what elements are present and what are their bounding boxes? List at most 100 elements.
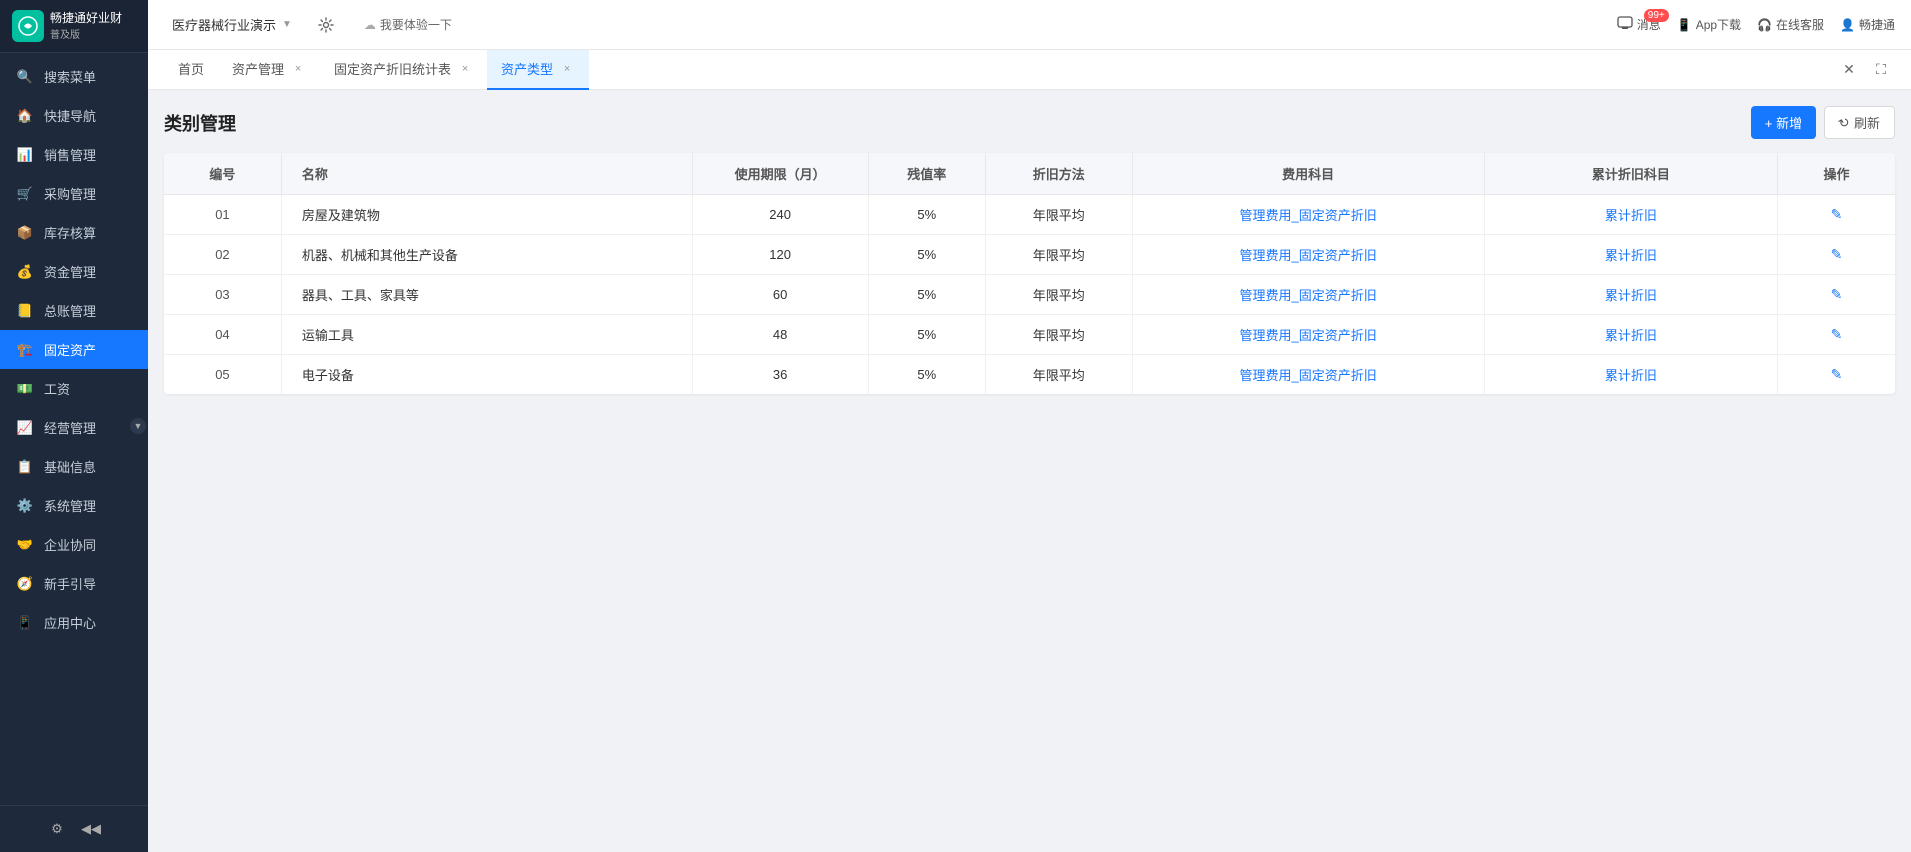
cell-accrual-1: 累计折旧 [1484,235,1777,275]
cell-salvage-3: 5% [868,315,985,355]
cell-period-0: 240 [692,195,868,235]
refresh-button[interactable]: ↻ 刷新 [1824,106,1895,139]
edit-button-0[interactable]: ✎ [1831,206,1843,223]
sidebar-nav: 🔍 搜索菜单 🏠 快捷导航 📊 销售管理 🛒 采购管理 📦 库存核算 💰 资金管… [0,53,148,805]
edit-button-4[interactable]: ✎ [1831,366,1843,383]
tab-home-label: 首页 [178,59,204,78]
maximize-tab-button[interactable]: ⛶ [1867,56,1895,84]
user-item[interactable]: 👤 畅捷通 [1840,16,1895,33]
tab-asset-type-close[interactable]: × [559,61,575,77]
experience-label: 我要体验一下 [380,16,452,33]
cell-method-3: 年限平均 [985,315,1132,355]
cell-action-4[interactable]: ✎ [1778,355,1895,395]
company-selector[interactable]: 医疗器械行业演示 ▼ [164,11,300,38]
nav-icon-ledger: 📒 [16,302,34,320]
tab-home[interactable]: 首页 [164,50,218,90]
sidebar-scroll-down[interactable]: ▼ [130,418,146,434]
edit-button-1[interactable]: ✎ [1831,246,1843,263]
nav-icon-sales: 📊 [16,146,34,164]
sidebar-item-enterprise[interactable]: 🤝 企业协同 [0,525,148,564]
cell-action-0[interactable]: ✎ [1778,195,1895,235]
nav-icon-enterprise: 🤝 [16,536,34,554]
settings-button[interactable]: ⚙ [42,814,72,844]
topbar-right: 消息 99+ 📱 App下载 🎧 在线客服 👤 畅捷通 [1617,15,1895,34]
cell-method-0: 年限平均 [985,195,1132,235]
nav-icon-fixed: 🏗️ [16,341,34,359]
nav-label-system: 系统管理 [44,496,96,515]
online-service-item[interactable]: 🎧 在线客服 [1757,16,1824,33]
tab-depreciation[interactable]: 固定资产折旧统计表 × [320,50,487,90]
company-name: 医疗器械行业演示 [172,15,276,34]
nav-label-sales: 销售管理 [44,145,96,164]
cell-period-3: 48 [692,315,868,355]
nav-icon-inventory: 📦 [16,224,34,242]
app-download-label: App下载 [1696,16,1741,33]
page-content: 类别管理 + 新增 ↻ 刷新 编号 名称 使用期限（月） 残值率 折旧方法 [148,90,1911,852]
sidebar-item-sales[interactable]: 📊 销售管理 [0,135,148,174]
app-download-item[interactable]: 📱 App下载 [1677,16,1741,33]
category-table: 编号 名称 使用期限（月） 残值率 折旧方法 费用科目 累计折旧科目 操作 01… [164,153,1895,394]
cell-accrual-4: 累计折旧 [1484,355,1777,395]
cell-action-2[interactable]: ✎ [1778,275,1895,315]
tab-asset-mgmt[interactable]: 资产管理 × [218,50,320,90]
cell-action-3[interactable]: ✎ [1778,315,1895,355]
edit-button-3[interactable]: ✎ [1831,326,1843,343]
edit-button-2[interactable]: ✎ [1831,286,1843,303]
new-button[interactable]: + 新增 [1751,106,1816,139]
cell-action-1[interactable]: ✎ [1778,235,1895,275]
cell-expense-4: 管理费用_固定资产折旧 [1132,355,1484,395]
sidebar-logo: 畅捷通好业财 普及版 [0,0,148,53]
cell-method-2: 年限平均 [985,275,1132,315]
logo-subtitle: 普及版 [50,26,122,41]
nav-label-operations: 经营管理 [44,418,96,437]
tab-depreciation-close[interactable]: × [457,61,473,77]
refresh-label: 刷新 [1854,113,1880,132]
tab-asset-mgmt-label: 资产管理 [232,59,284,78]
sidebar-item-inventory[interactable]: 📦 库存核算 [0,213,148,252]
table-row: 04 运输工具 48 5% 年限平均 管理费用_固定资产折旧 累计折旧 ✎ [164,315,1895,355]
cell-name-2: 器具、工具、家具等 [281,275,692,315]
sidebar-item-app[interactable]: 📱 应用中心 [0,603,148,642]
sidebar-item-operations[interactable]: 📈 经营管理 [0,408,148,447]
topbar-settings-button[interactable] [312,11,340,39]
cell-accrual-3: 累计折旧 [1484,315,1777,355]
collapse-button[interactable]: ◀◀ [76,814,106,844]
nav-label-basic: 基础信息 [44,457,96,476]
headset-icon: 🎧 [1757,18,1772,32]
close-tab-button[interactable]: ✕ [1835,56,1863,84]
sidebar-item-ledger[interactable]: 📒 总账管理 [0,291,148,330]
col-accrual: 累计折旧科目 [1484,153,1777,195]
sidebar-item-purchase[interactable]: 🛒 采购管理 [0,174,148,213]
nav-icon-capital: 💰 [16,263,34,281]
cell-period-2: 60 [692,275,868,315]
table-body: 01 房屋及建筑物 240 5% 年限平均 管理费用_固定资产折旧 累计折旧 ✎… [164,195,1895,395]
experience-button[interactable]: ☁ 我要体验一下 [356,12,460,37]
sidebar-item-salary[interactable]: 💵 工资 [0,369,148,408]
cell-method-1: 年限平均 [985,235,1132,275]
messages-item[interactable]: 消息 99+ [1617,15,1661,34]
tab-asset-type[interactable]: 资产类型 × [487,50,589,90]
nav-label-fixed: 固定资产 [44,340,96,359]
cell-expense-3: 管理费用_固定资产折旧 [1132,315,1484,355]
nav-icon-purchase: 🛒 [16,185,34,203]
nav-label-ledger: 总账管理 [44,301,96,320]
sidebar: 畅捷通好业财 普及版 🔍 搜索菜单 🏠 快捷导航 📊 销售管理 🛒 采购管理 📦… [0,0,148,852]
cell-code-1: 02 [164,235,281,275]
cell-salvage-0: 5% [868,195,985,235]
cell-salvage-1: 5% [868,235,985,275]
sidebar-item-quicknav[interactable]: 🏠 快捷导航 [0,96,148,135]
cell-name-0: 房屋及建筑物 [281,195,692,235]
col-action: 操作 [1778,153,1895,195]
table-row: 01 房屋及建筑物 240 5% 年限平均 管理费用_固定资产折旧 累计折旧 ✎ [164,195,1895,235]
cell-name-3: 运输工具 [281,315,692,355]
sidebar-item-capital[interactable]: 💰 资金管理 [0,252,148,291]
sidebar-item-guide[interactable]: 🧭 新手引导 [0,564,148,603]
page-actions: + 新增 ↻ 刷新 [1751,106,1895,139]
sidebar-item-system[interactable]: ⚙️ 系统管理 [0,486,148,525]
sidebar-item-basic[interactable]: 📋 基础信息 [0,447,148,486]
sidebar-item-fixed[interactable]: 🏗️ 固定资产 [0,330,148,369]
sidebar-item-search[interactable]: 🔍 搜索菜单 [0,57,148,96]
nav-label-quicknav: 快捷导航 [44,106,96,125]
sidebar-bottom: ⚙ ◀◀ [0,805,148,852]
tab-asset-mgmt-close[interactable]: × [290,61,306,77]
